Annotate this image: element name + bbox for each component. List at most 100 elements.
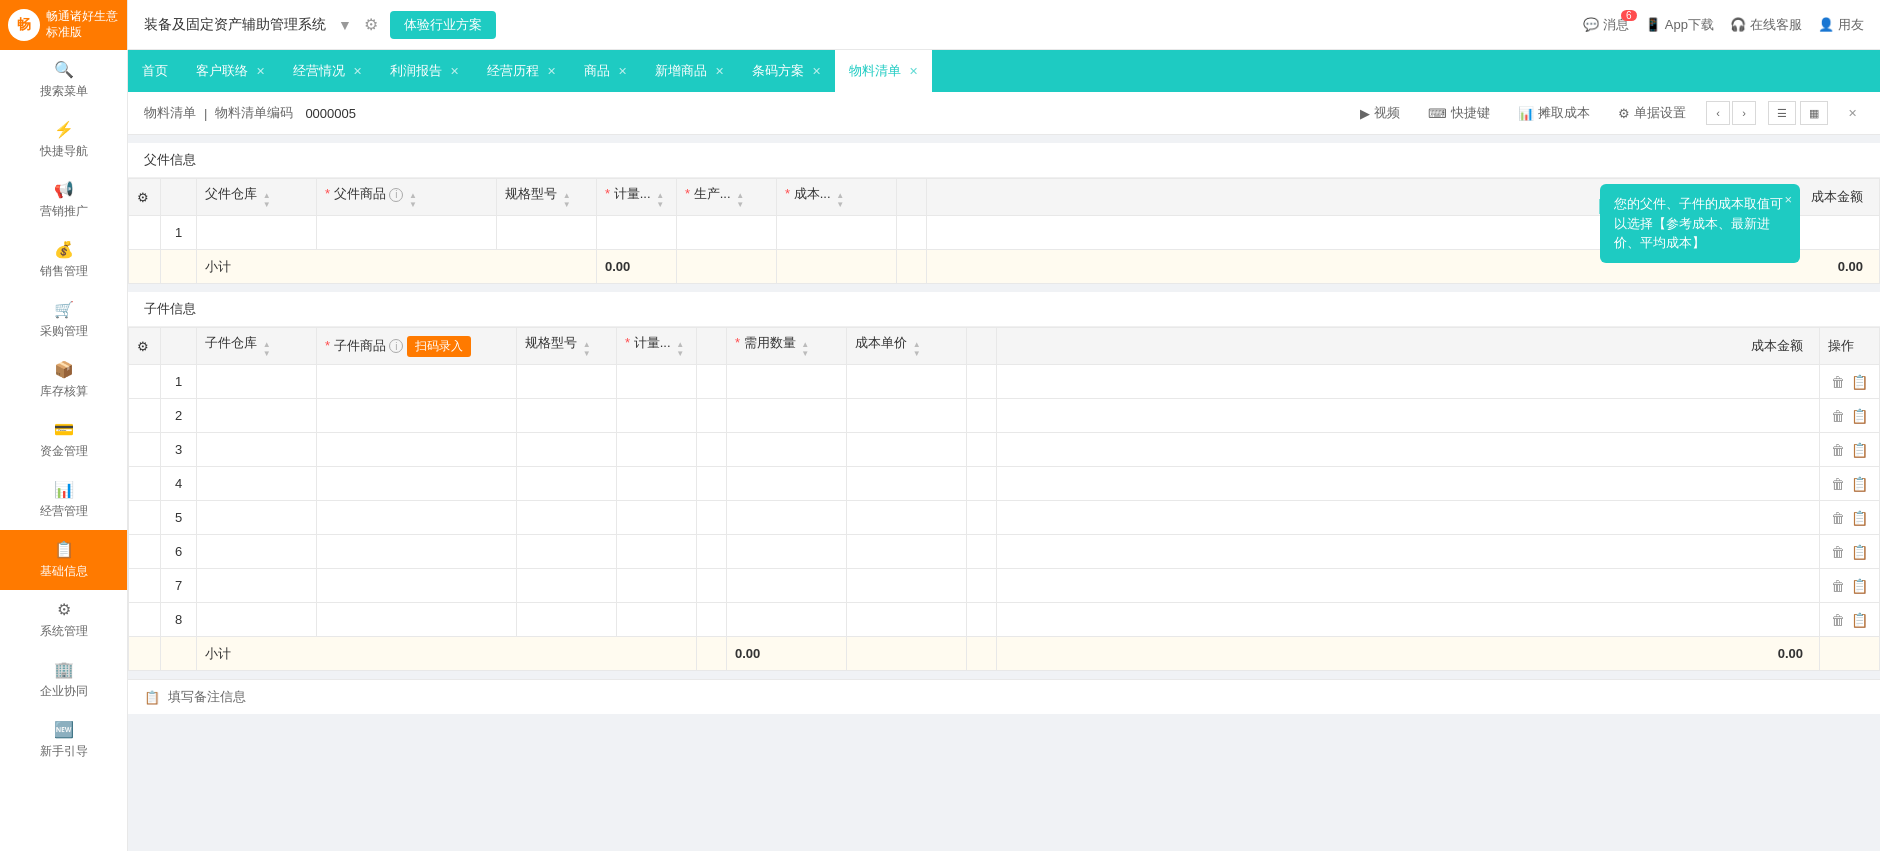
child-row6-spec[interactable] [517, 535, 617, 569]
delete-icon-5[interactable]: 🗑 [1831, 510, 1845, 526]
child-row4-unit[interactable] [617, 467, 697, 501]
child-row3-unit[interactable] [617, 433, 697, 467]
parent-row1-warehouse[interactable] [197, 216, 317, 250]
delete-icon-6[interactable]: 🗑 [1831, 544, 1845, 560]
child-row1-price[interactable] [847, 365, 967, 399]
sidebar-item-search[interactable]: 🔍搜索菜单 [0, 50, 127, 110]
copy-icon-8[interactable]: 📋 [1851, 612, 1868, 628]
child-row1-warehouse[interactable] [197, 365, 317, 399]
child-row6-unit[interactable] [617, 535, 697, 569]
tab-close-customer[interactable]: ✕ [256, 65, 265, 78]
dropdown-arrow-icon[interactable]: ▼ [338, 17, 352, 33]
child-row1-qty[interactable] [727, 365, 847, 399]
child-row3-qty[interactable] [727, 433, 847, 467]
tab-new-products[interactable]: 新增商品✕ [641, 50, 738, 92]
sidebar-item-quick-nav[interactable]: ⚡快捷导航 [0, 110, 127, 170]
close-tab-btn[interactable]: ✕ [1840, 101, 1864, 125]
child-row5-spec[interactable] [517, 501, 617, 535]
parent-col-config[interactable]: ⚙ [129, 179, 161, 216]
sidebar-item-enterprise[interactable]: 🏢企业协同 [0, 650, 127, 710]
user-btn[interactable]: 👤 用友 [1818, 16, 1864, 34]
tab-barcode[interactable]: 条码方案✕ [738, 50, 835, 92]
online-service-btn[interactable]: 🎧 在线客服 [1730, 16, 1802, 34]
child-row4-warehouse[interactable] [197, 467, 317, 501]
sidebar-item-inventory[interactable]: 📦库存核算 [0, 350, 127, 410]
delete-icon-8[interactable]: 🗑 [1831, 612, 1845, 628]
tab-operations[interactable]: 经营情况✕ [279, 50, 376, 92]
child-row4-product[interactable] [317, 467, 517, 501]
copy-icon-3[interactable]: 📋 [1851, 442, 1868, 458]
shortcut-btn[interactable]: ⌨ 快捷键 [1420, 100, 1498, 126]
child-row5-price[interactable] [847, 501, 967, 535]
prev-btn[interactable]: ‹ [1706, 101, 1730, 125]
copy-icon-7[interactable]: 📋 [1851, 578, 1868, 594]
view-btn[interactable]: ▶ 视频 [1352, 100, 1408, 126]
parent-row1-spec[interactable] [497, 216, 597, 250]
child-row6-product[interactable] [317, 535, 517, 569]
sidebar-item-finance[interactable]: 💳资金管理 [0, 410, 127, 470]
sidebar-item-basic-info[interactable]: 📋基础信息 [0, 530, 127, 590]
settings-icon[interactable]: ⚙ [364, 15, 378, 34]
child-row4-spec[interactable] [517, 467, 617, 501]
form-view-btn[interactable]: ▦ [1800, 101, 1828, 125]
child-row2-spec[interactable] [517, 399, 617, 433]
copy-icon-1[interactable]: 📋 [1851, 374, 1868, 390]
child-row1-spec[interactable] [517, 365, 617, 399]
copy-icon-6[interactable]: 📋 [1851, 544, 1868, 560]
child-row7-qty[interactable] [727, 569, 847, 603]
tab-close-new-products[interactable]: ✕ [715, 65, 724, 78]
child-row6-warehouse[interactable] [197, 535, 317, 569]
tab-close-barcode[interactable]: ✕ [812, 65, 821, 78]
messages-btn[interactable]: 💬 消息 6 [1583, 16, 1629, 34]
delete-icon-3[interactable]: 🗑 [1831, 442, 1845, 458]
child-row8-qty[interactable] [727, 603, 847, 637]
child-row6-price[interactable] [847, 535, 967, 569]
list-view-btn[interactable]: ☰ [1768, 101, 1796, 125]
child-product-info-icon[interactable]: i [389, 339, 403, 353]
product-info-icon[interactable]: i [389, 188, 403, 202]
delete-icon-7[interactable]: 🗑 [1831, 578, 1845, 594]
sidebar-item-operations[interactable]: 📊经营管理 [0, 470, 127, 530]
app-download-btn[interactable]: 📱 App下载 [1645, 16, 1714, 34]
tab-close-history[interactable]: ✕ [547, 65, 556, 78]
sidebar-item-guide[interactable]: 🆕新手引导 [0, 710, 127, 770]
tab-close-operations[interactable]: ✕ [353, 65, 362, 78]
tab-close-products[interactable]: ✕ [618, 65, 627, 78]
next-btn[interactable]: › [1732, 101, 1756, 125]
parent-row1-cost[interactable] [777, 216, 897, 250]
child-row1-product[interactable] [317, 365, 517, 399]
child-row2-warehouse[interactable] [197, 399, 317, 433]
tab-history[interactable]: 经营历程✕ [473, 50, 570, 92]
sidebar-item-marketing[interactable]: 📢营销推广 [0, 170, 127, 230]
child-row5-unit[interactable] [617, 501, 697, 535]
child-row8-price[interactable] [847, 603, 967, 637]
trial-btn[interactable]: 体验行业方案 [390, 11, 496, 39]
child-row7-warehouse[interactable] [197, 569, 317, 603]
child-row2-price[interactable] [847, 399, 967, 433]
child-row2-product[interactable] [317, 399, 517, 433]
sidebar-item-system[interactable]: ⚙系统管理 [0, 590, 127, 650]
tooltip-close-btn[interactable]: × [1784, 190, 1792, 210]
parent-row1-product[interactable] [317, 216, 497, 250]
copy-icon-4[interactable]: 📋 [1851, 476, 1868, 492]
child-row3-spec[interactable] [517, 433, 617, 467]
child-row2-unit[interactable] [617, 399, 697, 433]
parent-row1-unit[interactable] [597, 216, 677, 250]
child-row1-unit[interactable] [617, 365, 697, 399]
child-row5-warehouse[interactable] [197, 501, 317, 535]
child-row7-unit[interactable] [617, 569, 697, 603]
child-row8-warehouse[interactable] [197, 603, 317, 637]
parent-row1-prod[interactable] [677, 216, 777, 250]
scan-btn[interactable]: 扫码录入 [407, 336, 471, 357]
tab-profit[interactable]: 利润报告✕ [376, 50, 473, 92]
child-row3-price[interactable] [847, 433, 967, 467]
child-row8-product[interactable] [317, 603, 517, 637]
delete-icon-4[interactable]: 🗑 [1831, 476, 1845, 492]
child-row7-spec[interactable] [517, 569, 617, 603]
child-row4-price[interactable] [847, 467, 967, 501]
tab-products[interactable]: 商品✕ [570, 50, 641, 92]
delete-icon-1[interactable]: 🗑 [1831, 374, 1845, 390]
child-row8-unit[interactable] [617, 603, 697, 637]
sidebar-item-sales[interactable]: 💰销售管理 [0, 230, 127, 290]
child-row7-product[interactable] [317, 569, 517, 603]
